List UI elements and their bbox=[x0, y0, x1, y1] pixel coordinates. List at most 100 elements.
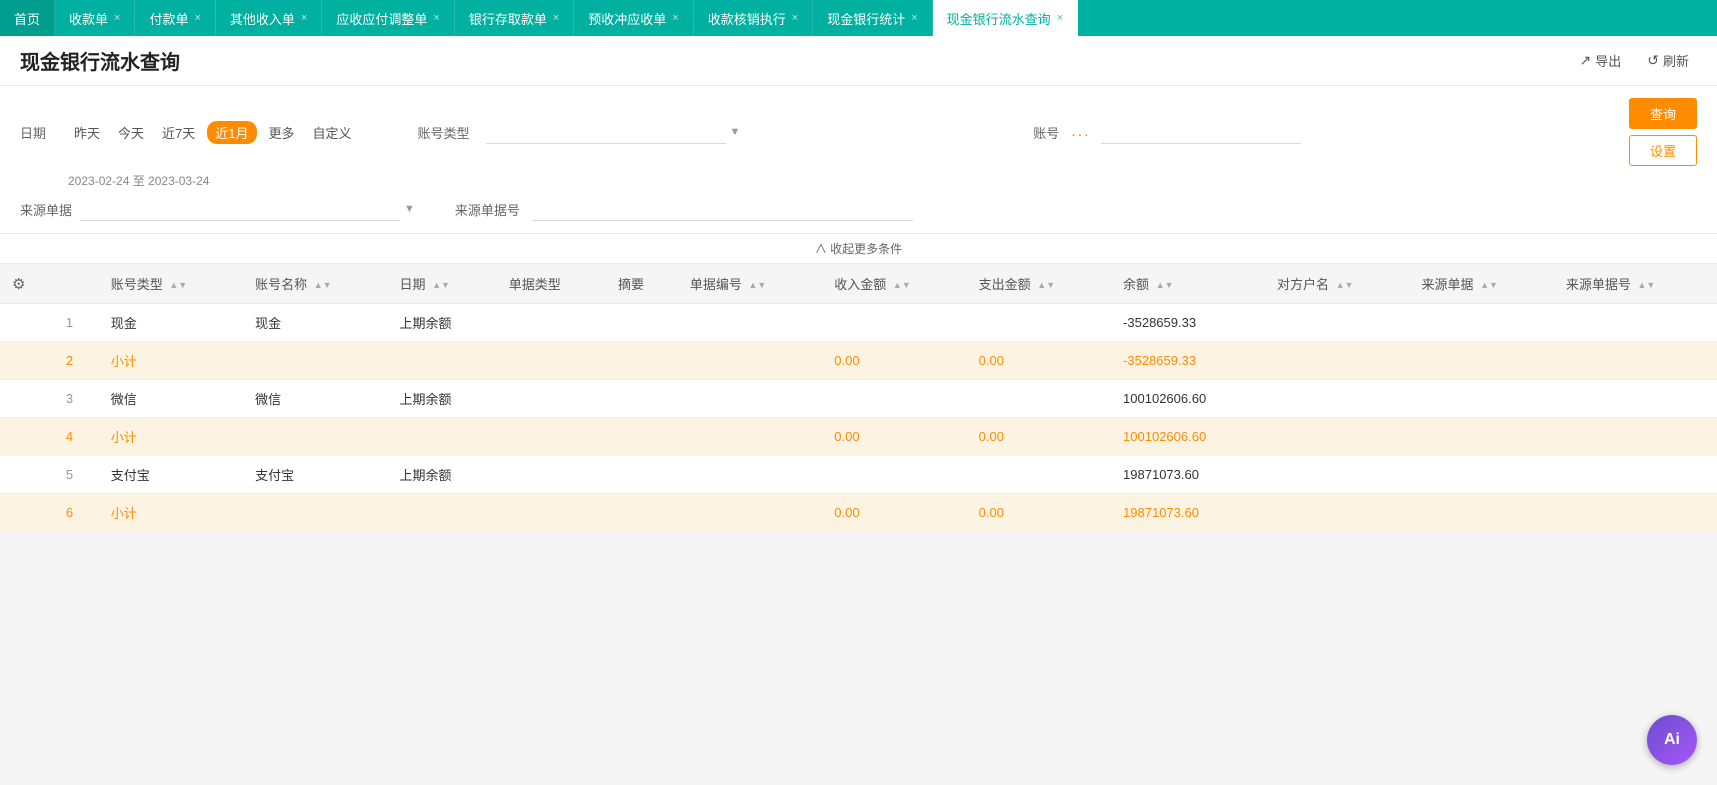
col-source-doc-no[interactable]: 来源单据号 ▲▼ bbox=[1554, 264, 1717, 304]
col-source-doc[interactable]: 来源单据 ▲▼ bbox=[1409, 264, 1553, 304]
table-container: ⚙ 账号类型 ▲▼ 账号名称 ▲▼ 日期 ▲▼ 单据类型 bbox=[0, 264, 1717, 532]
nav-item-receipt-verify[interactable]: 收款核销执行 × bbox=[694, 0, 813, 36]
col-settings[interactable]: ⚙ bbox=[0, 264, 54, 304]
col-counterpart[interactable]: 对方户名 ▲▼ bbox=[1265, 264, 1409, 304]
account-input[interactable] bbox=[1101, 120, 1301, 144]
account-type-cell: 现金 bbox=[99, 304, 243, 342]
nav-item-receipt[interactable]: 收款单 × bbox=[55, 0, 135, 36]
close-icon[interactable]: × bbox=[194, 12, 200, 24]
close-icon[interactable]: × bbox=[433, 12, 439, 24]
income-cell bbox=[822, 380, 966, 418]
source-doc-no-input[interactable] bbox=[533, 197, 913, 221]
account-type-input[interactable] bbox=[486, 120, 726, 144]
filter-area: 日期 昨天 今天 近7天 近1月 更多 自定义 账号类型 ▼ 账号 bbox=[0, 86, 1717, 234]
row-checkbox-cell bbox=[0, 342, 54, 380]
nav-item-payment[interactable]: 付款单 × bbox=[135, 0, 215, 36]
sort-icon: ▲▼ bbox=[893, 281, 911, 290]
close-icon[interactable]: × bbox=[792, 12, 798, 24]
table-row[interactable]: 3微信微信上期余额100102606.60 bbox=[0, 380, 1717, 418]
col-expense[interactable]: 支出金额 ▲▼ bbox=[967, 264, 1111, 304]
close-icon[interactable]: × bbox=[553, 12, 559, 24]
col-doc-no[interactable]: 单据编号 ▲▼ bbox=[678, 264, 822, 304]
balance-cell: -3528659.33 bbox=[1111, 342, 1265, 380]
col-balance[interactable]: 余额 ▲▼ bbox=[1111, 264, 1265, 304]
more-options-icon[interactable]: ... bbox=[1071, 123, 1090, 141]
nav-item-ar-ap-adjust[interactable]: 应收应付调整单 × bbox=[322, 0, 454, 36]
sort-icon: ▲▼ bbox=[1336, 281, 1354, 290]
row-checkbox-cell bbox=[0, 456, 54, 494]
ai-assistant-button[interactable]: Ai bbox=[1647, 715, 1697, 765]
nav-item-home[interactable]: 首页 bbox=[0, 0, 55, 36]
close-icon[interactable]: × bbox=[672, 12, 678, 24]
nav-item-other-income[interactable]: 其他收入单 × bbox=[216, 0, 322, 36]
income-cell: 0.00 bbox=[822, 342, 966, 380]
col-account-type[interactable]: 账号类型 ▲▼ bbox=[99, 264, 243, 304]
query-button[interactable]: 查询 bbox=[1629, 98, 1697, 129]
date-cell bbox=[388, 494, 497, 532]
account-name-cell bbox=[243, 418, 387, 456]
close-icon[interactable]: × bbox=[301, 12, 307, 24]
row-num-cell: 4 bbox=[54, 418, 99, 456]
expense-cell bbox=[967, 304, 1111, 342]
account-type-cell: 支付宝 bbox=[99, 456, 243, 494]
source-doc-cell bbox=[1409, 342, 1553, 380]
account-type-cell: 小计 bbox=[99, 342, 243, 380]
row-checkbox-cell bbox=[0, 304, 54, 342]
col-account-name[interactable]: 账号名称 ▲▼ bbox=[243, 264, 387, 304]
page-title: 现金银行流水查询 bbox=[20, 46, 180, 75]
close-icon[interactable]: × bbox=[114, 12, 120, 24]
income-cell bbox=[822, 304, 966, 342]
close-icon[interactable]: × bbox=[911, 12, 917, 24]
close-icon[interactable]: × bbox=[1057, 12, 1063, 24]
sort-icon: ▲▼ bbox=[1037, 281, 1055, 290]
counterpart-cell bbox=[1265, 304, 1409, 342]
source-doc-cell bbox=[1409, 380, 1553, 418]
doc-type-cell bbox=[497, 304, 606, 342]
row-checkbox-cell bbox=[0, 380, 54, 418]
col-row-num bbox=[54, 264, 99, 304]
table-row[interactable]: 4小计0.000.00100102606.60 bbox=[0, 418, 1717, 456]
nav-item-prepay-offset[interactable]: 预收冲应收单 × bbox=[574, 0, 693, 36]
date-btn-yesterday[interactable]: 昨天 bbox=[68, 121, 106, 144]
date-btn-custom[interactable]: 自定义 bbox=[307, 121, 358, 144]
counterpart-cell bbox=[1265, 456, 1409, 494]
expense-cell: 0.00 bbox=[967, 418, 1111, 456]
export-button[interactable]: ↗ 导出 bbox=[1572, 47, 1630, 74]
date-btn-more[interactable]: 更多 bbox=[263, 121, 301, 144]
balance-cell: 100102606.60 bbox=[1111, 380, 1265, 418]
balance-cell: 100102606.60 bbox=[1111, 418, 1265, 456]
account-name-cell bbox=[243, 494, 387, 532]
date-btn-1month[interactable]: 近1月 bbox=[207, 121, 256, 144]
income-cell bbox=[822, 456, 966, 494]
row-num-cell: 5 bbox=[54, 456, 99, 494]
sort-icon: ▲▼ bbox=[749, 281, 767, 290]
refresh-button[interactable]: ↺ 刷新 bbox=[1639, 47, 1697, 74]
table-row[interactable]: 1现金现金上期余额-3528659.33 bbox=[0, 304, 1717, 342]
collapse-bar[interactable]: ∧ 收起更多条件 bbox=[0, 234, 1717, 264]
source-doc-no-cell bbox=[1554, 494, 1717, 532]
col-income[interactable]: 收入金额 ▲▼ bbox=[822, 264, 966, 304]
nav-item-cash-bank-stat[interactable]: 现金银行统计 × bbox=[813, 0, 932, 36]
date-btn-today[interactable]: 今天 bbox=[112, 121, 150, 144]
summary-cell bbox=[606, 456, 678, 494]
source-doc-no-cell bbox=[1554, 342, 1717, 380]
source-doc-dropdown-icon[interactable]: ▼ bbox=[404, 203, 415, 215]
counterpart-cell bbox=[1265, 380, 1409, 418]
date-btn-7days[interactable]: 近7天 bbox=[156, 121, 201, 144]
nav-item-bank-deposit[interactable]: 银行存取款单 × bbox=[455, 0, 574, 36]
table-row[interactable]: 2小计0.000.00-3528659.33 bbox=[0, 342, 1717, 380]
sort-icon: ▲▼ bbox=[169, 281, 187, 290]
col-date[interactable]: 日期 ▲▼ bbox=[388, 264, 497, 304]
row-num-cell: 2 bbox=[54, 342, 99, 380]
date-label: 日期 bbox=[20, 123, 60, 142]
table-row[interactable]: 6小计0.000.0019871073.60 bbox=[0, 494, 1717, 532]
gear-icon[interactable]: ⚙ bbox=[12, 276, 25, 293]
source-doc-no-cell bbox=[1554, 456, 1717, 494]
top-navigation: 首页 收款单 × 付款单 × 其他收入单 × 应收应付调整单 × 银行存取款单 … bbox=[0, 0, 1717, 36]
source-doc-input[interactable] bbox=[80, 197, 400, 221]
nav-item-cash-bank-query[interactable]: 现金银行流水查询 × bbox=[933, 0, 1078, 36]
table-row[interactable]: 5支付宝支付宝上期余额19871073.60 bbox=[0, 456, 1717, 494]
settings-button[interactable]: 设置 bbox=[1629, 135, 1697, 166]
account-type-dropdown-icon[interactable]: ▼ bbox=[730, 126, 741, 138]
row-num-cell: 1 bbox=[54, 304, 99, 342]
